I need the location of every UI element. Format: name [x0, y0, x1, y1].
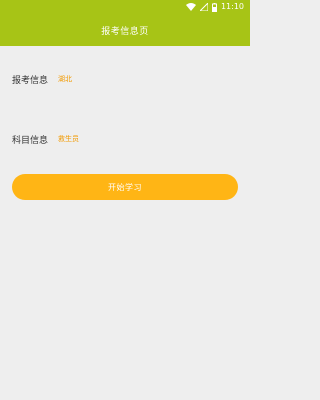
page-title: 报考信息页 — [101, 26, 149, 37]
exam-region-value[interactable]: 湖北 — [58, 74, 72, 84]
exam-region-row[interactable]: 报考信息 湖北 — [12, 72, 72, 86]
status-time: 11:10 — [220, 2, 244, 11]
subject-row[interactable]: 科目信息 救生员 — [12, 132, 79, 146]
battery-icon — [211, 2, 217, 12]
subject-value[interactable]: 救生员 — [58, 134, 79, 144]
status-bar: 11:10 — [0, 0, 250, 14]
signal-icon — [199, 3, 208, 11]
status-icons: 11:10 — [185, 2, 244, 12]
exam-region-label: 报考信息 — [12, 75, 49, 86]
app-bar: 报考信息页 — [0, 14, 250, 46]
start-learning-button[interactable]: 开始学习 — [12, 174, 238, 200]
wifi-icon — [185, 3, 196, 11]
subject-label: 科目信息 — [12, 135, 49, 146]
